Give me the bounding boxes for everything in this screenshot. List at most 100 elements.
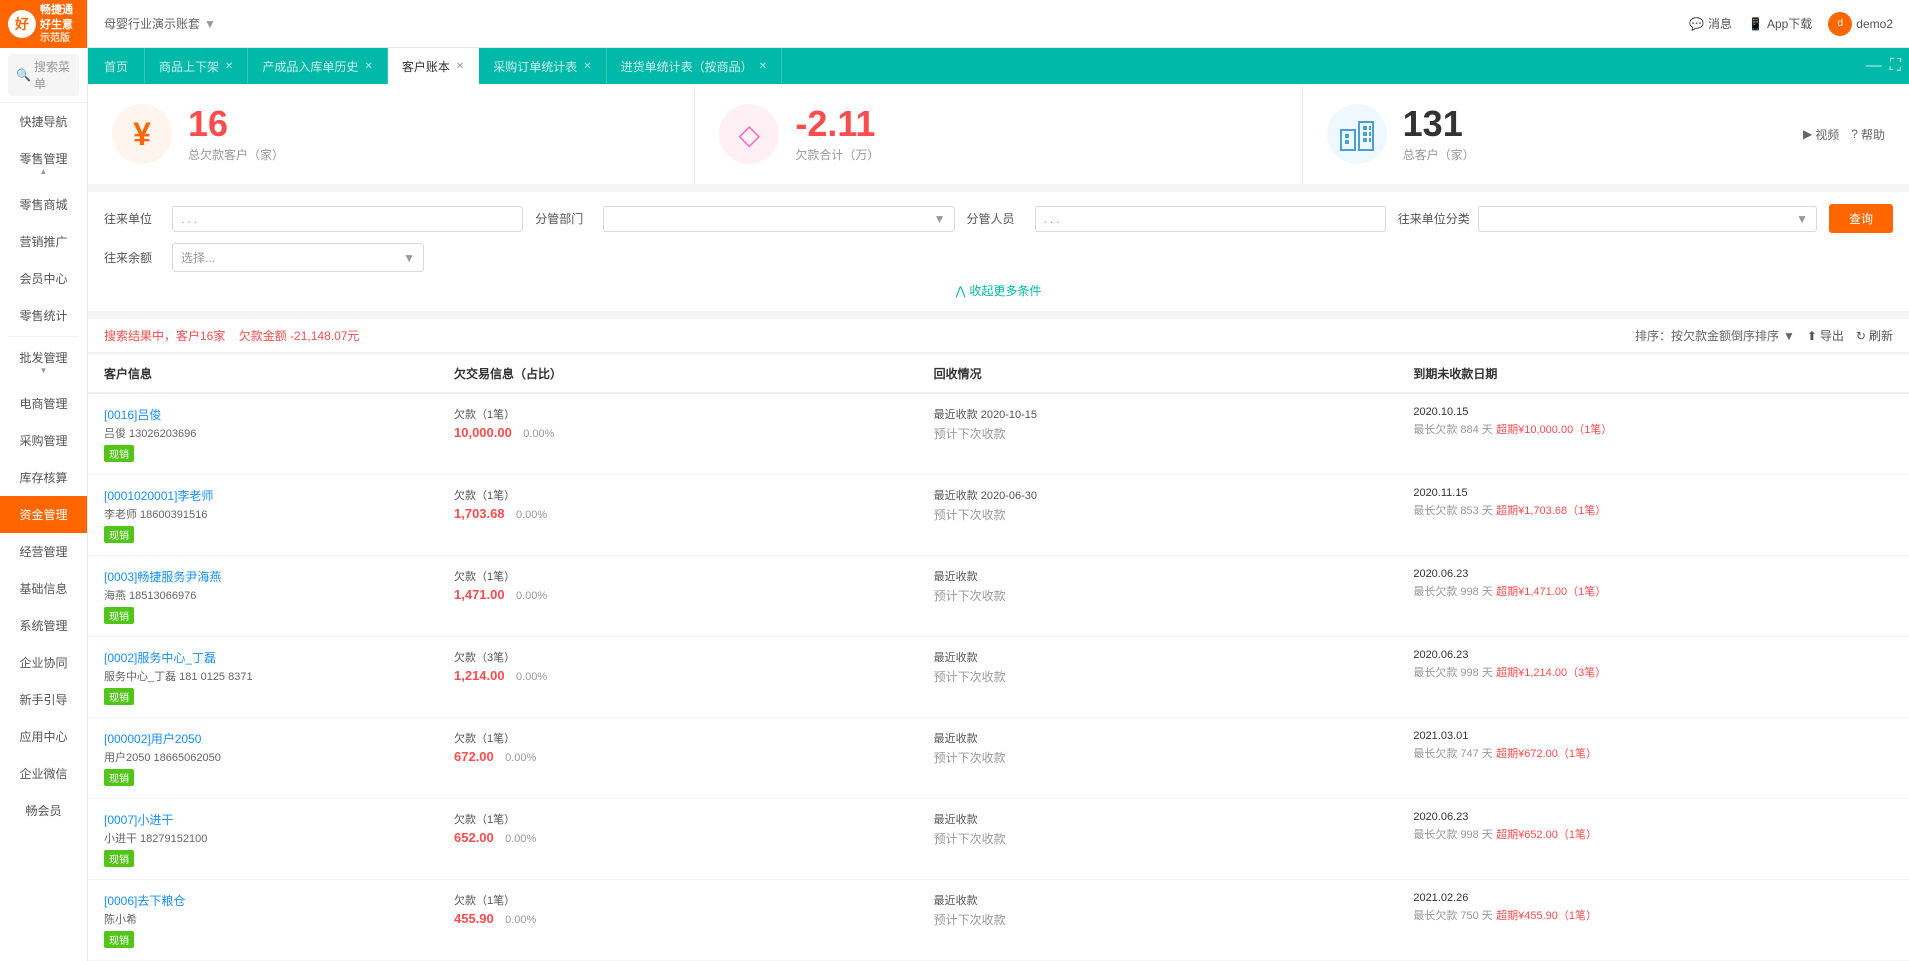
customer-name-link[interactable]: [0001020001]李老师 xyxy=(104,487,454,504)
sidebar-item-system[interactable]: 系统管理 xyxy=(0,607,87,644)
search-input[interactable]: 🔍 搜索菜单 xyxy=(8,54,79,96)
tab-goods-status-close[interactable]: ✕ xyxy=(225,61,233,72)
overdue-amount-link[interactable]: 超期¥10,000.00（1笔） xyxy=(1496,424,1612,436)
sidebar-item-label: 会员中心 xyxy=(19,272,67,286)
tab-maximize-btn[interactable]: ⛶ xyxy=(1890,57,1901,75)
customer-name-link[interactable]: [0016]吕俊 xyxy=(104,406,454,423)
message-icon: 💬 xyxy=(1689,17,1704,31)
debt-count: 欠款（1笔） xyxy=(454,730,934,746)
sidebar-item-quick-nav[interactable]: 快捷导航 xyxy=(0,103,87,140)
next-collection: 预计下次收款 xyxy=(934,668,1414,685)
tab-goods-status[interactable]: 商品上下架 ✕ xyxy=(145,48,248,84)
sidebar-divider-1 xyxy=(8,336,79,337)
sidebar-item-purchase[interactable]: 采购管理 xyxy=(0,422,87,459)
message-btn[interactable]: 💬 消息 xyxy=(1689,15,1732,32)
tab-customer-account-label: 客户账本 xyxy=(402,58,450,75)
overdue-days: 最长欠款 998 天 xyxy=(1413,667,1492,679)
manager-label: 分管人员 xyxy=(967,210,1027,227)
sidebar-search-area[interactable]: 🔍 搜索菜单 xyxy=(0,48,87,103)
tab-purchase-stats[interactable]: 进货单统计表（按商品） ✕ xyxy=(607,48,782,84)
tab-purchase-stats-close[interactable]: ✕ xyxy=(759,61,767,72)
filter-dept: 分管部门 ▼ xyxy=(535,206,954,232)
last-collection: 最近收款 xyxy=(934,568,1414,584)
sidebar-item-retail-mgmt[interactable]: 零售管理 ▲ xyxy=(0,140,87,186)
customer-name-link[interactable]: [0006]去下粮仓 xyxy=(104,892,454,909)
overdue-amount-link[interactable]: 超期¥672.00（1笔） xyxy=(1496,748,1597,760)
customer-phone: 陈小希 xyxy=(104,911,454,927)
tab-customer-account[interactable]: 客户账本 ✕ xyxy=(388,48,479,84)
due-date: 2021.02.26 xyxy=(1413,892,1893,904)
debt-amount: 1,214.00 xyxy=(454,668,505,683)
stat-total-content: 131 总客户（家） xyxy=(1403,106,1475,163)
customer-phone: 李老师 18600391516 xyxy=(104,506,454,522)
next-collection: 预计下次收款 xyxy=(934,425,1414,442)
balance-select[interactable]: 选择... ▼ xyxy=(172,243,424,272)
dept-select[interactable]: ▼ xyxy=(603,206,954,232)
sidebar-item-new-guide[interactable]: 新手引导 xyxy=(0,681,87,718)
sidebar-item-finance[interactable]: 资金管理 xyxy=(0,496,87,533)
tab-home[interactable]: 首页 xyxy=(88,48,145,84)
tab-purchase-order-close[interactable]: ✕ xyxy=(583,61,591,72)
dept-label: 分管部门 xyxy=(535,210,595,227)
sidebar-item-label: 库存核算 xyxy=(19,471,67,485)
export-btn[interactable]: ⬆ 导出 xyxy=(1807,327,1844,344)
collapse-filter-btn[interactable]: ⋀ 收起更多条件 xyxy=(104,282,1893,299)
tab-customer-account-close[interactable]: ✕ xyxy=(456,61,464,72)
customer-info-cell: [000002]用户2050 用户2050 18665062050 现销 xyxy=(104,730,454,786)
sidebar-item-enterprise-collab[interactable]: 企业协同 xyxy=(0,644,87,681)
sidebar-item-marketing[interactable]: 营销推广 xyxy=(0,223,87,260)
due-date-cell: 2020.06.23 最长欠款 998 天 超期¥1,214.00（3笔） xyxy=(1413,649,1893,680)
stat-actions: ▶ 视频 ? 帮助 xyxy=(1803,126,1885,143)
overdue-amount-link[interactable]: 超期¥1,471.00（1笔） xyxy=(1496,586,1606,598)
overdue-amount-link[interactable]: 超期¥1,214.00（3笔） xyxy=(1496,667,1606,679)
sidebar-item-basic-info[interactable]: 基础信息 xyxy=(0,570,87,607)
industry-label: 母婴行业演示账套 xyxy=(104,15,200,32)
sidebar-item-enterprise-wechat[interactable]: 企业微信 xyxy=(0,755,87,792)
refresh-label: 刷新 xyxy=(1869,327,1893,344)
export-label: 导出 xyxy=(1820,327,1844,344)
sidebar-item-inventory[interactable]: 库存核算 xyxy=(0,459,87,496)
overdue-amount-link[interactable]: 超期¥455.90（1笔） xyxy=(1496,910,1597,922)
query-button[interactable]: 查询 xyxy=(1829,204,1893,233)
sidebar-item-retail-stats[interactable]: 零售统计 xyxy=(0,297,87,334)
source-unit-dots: ... xyxy=(181,212,200,226)
debt-info-cell: 欠款（1笔） 652.00 0.00% xyxy=(454,811,934,845)
unit-category-select[interactable]: ▼ xyxy=(1478,206,1817,232)
customer-name-link[interactable]: [0003]畅捷服务尹海燕 xyxy=(104,568,454,585)
sidebar-item-wholesale-mgmt[interactable]: 批发管理 ▼ xyxy=(0,339,87,385)
customer-name-link[interactable]: [0007]小进干 xyxy=(104,811,454,828)
app-download-btn[interactable]: 📱 App下载 xyxy=(1748,15,1812,32)
sort-selector[interactable]: 排序：按欠款金额倒序排序 ▼ xyxy=(1635,327,1795,344)
tab-product-history[interactable]: 产成品入库单历史 ✕ xyxy=(248,48,387,84)
sidebar-item-retail-mall[interactable]: 零售商城 xyxy=(0,186,87,223)
sidebar-item-ecommerce[interactable]: 电商管理 xyxy=(0,385,87,422)
refresh-btn[interactable]: ↻ 刷新 xyxy=(1856,327,1893,344)
sidebar-item-members[interactable]: 会员中心 xyxy=(0,260,87,297)
tab-home-label: 首页 xyxy=(104,58,128,75)
sidebar-item-label: 电商管理 xyxy=(19,397,67,411)
customer-name-link[interactable]: [0002]服务中心_丁磊 xyxy=(104,649,454,666)
sidebar-item-vip-member[interactable]: 畅会员 xyxy=(0,792,87,829)
sidebar-item-app-center[interactable]: 应用中心 xyxy=(0,718,87,755)
sidebar-item-label: 企业微信 xyxy=(19,767,67,781)
tab-product-history-close[interactable]: ✕ xyxy=(364,61,372,72)
tab-purchase-order[interactable]: 采购订单统计表 ✕ xyxy=(479,48,606,84)
help-btn[interactable]: ? 帮助 xyxy=(1851,126,1885,143)
overdue-amount-link[interactable]: 超期¥652.00（1笔） xyxy=(1496,829,1597,841)
video-btn[interactable]: ▶ 视频 xyxy=(1803,126,1839,143)
overdue-amount-link[interactable]: 超期¥1,703.68（1笔） xyxy=(1496,505,1606,517)
user-avatar-btn[interactable]: d demo2 xyxy=(1828,12,1893,36)
source-unit-input[interactable]: ... xyxy=(172,206,523,232)
stat-icon-total xyxy=(1327,104,1387,164)
debt-percent: 0.00% xyxy=(505,914,536,926)
tab-minimize-btn[interactable]: — xyxy=(1866,57,1882,75)
stat-overdue-customers: ¥ 16 总欠款客户（家） xyxy=(88,84,695,184)
sidebar-item-operations[interactable]: 经营管理 xyxy=(0,533,87,570)
sidebar-item-label: 企业协同 xyxy=(19,656,67,670)
mobile-icon: 📱 xyxy=(1748,17,1763,31)
customer-name-link[interactable]: [000002]用户2050 xyxy=(104,730,454,747)
manager-input[interactable]: ... xyxy=(1035,206,1386,232)
stat-amount-content: -2.11 欠款合计（万） xyxy=(795,106,879,163)
stat-total-customers: 131 总客户（家） ▶ 视频 ? 帮助 xyxy=(1303,84,1909,184)
customer-info-cell: [0003]畅捷服务尹海燕 海燕 18513066976 现销 xyxy=(104,568,454,624)
